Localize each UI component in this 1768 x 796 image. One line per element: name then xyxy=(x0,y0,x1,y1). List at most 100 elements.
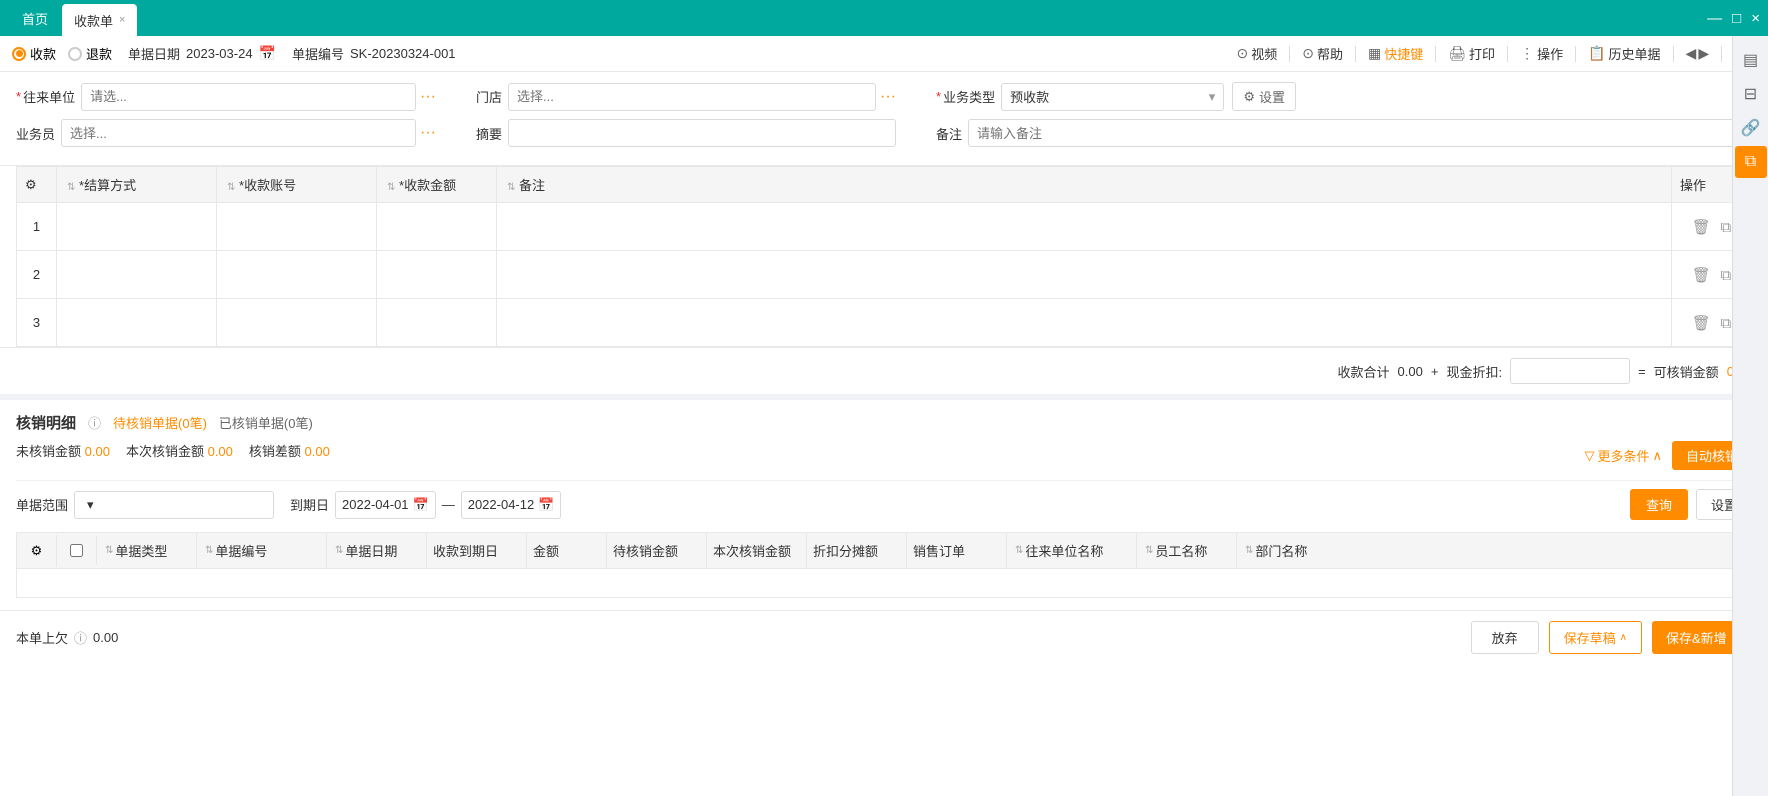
row-amount-3[interactable] xyxy=(377,299,497,347)
prev-btn[interactable]: ◀ xyxy=(1686,45,1697,62)
summary-row: 收款合计 0.00 + 现金折扣: = 可核销金额 0.00 xyxy=(0,347,1768,394)
sidebar-table-icon[interactable]: ▤ xyxy=(1735,44,1767,76)
help-btn[interactable]: ⊙ 帮助 xyxy=(1302,44,1343,63)
next-btn[interactable]: ▶ xyxy=(1698,45,1709,62)
row-account-1[interactable] xyxy=(217,203,377,251)
row-amount-2[interactable] xyxy=(377,251,497,299)
table-row: 3 🗑 ⧉ xyxy=(17,299,1752,347)
copy-icon-1[interactable]: ⧉ xyxy=(1720,219,1731,236)
counterparty-input[interactable] xyxy=(81,83,416,111)
row-num-3: 3 xyxy=(17,299,57,347)
row-account-2[interactable] xyxy=(217,251,377,299)
store-more-btn[interactable]: ··· xyxy=(880,88,896,106)
current-value: 0.00 xyxy=(208,444,233,459)
done-tab[interactable]: 已核销单据(0笔) xyxy=(219,413,313,432)
dth-check-cell[interactable] xyxy=(57,536,97,565)
abandon-btn[interactable]: 放弃 xyxy=(1471,621,1539,654)
window-min-btn[interactable]: — xyxy=(1707,10,1722,27)
table-row: 2 🗑 ⧉ xyxy=(17,251,1752,299)
sidebar-link-icon[interactable]: 🔗 xyxy=(1735,112,1767,144)
summary-label: 摘要 xyxy=(476,124,502,143)
row-remarks-2[interactable] xyxy=(497,251,1672,299)
dth-date-label: 单据日期 xyxy=(345,541,397,560)
window-max-btn[interactable]: □ xyxy=(1732,10,1741,27)
form-area: * 往来单位 ··· 门店 ··· * 业务类型 预收款 ▾ ⚙ xyxy=(0,72,1768,166)
history-btn[interactable]: 📋 历史单据 xyxy=(1588,44,1660,63)
col-gear[interactable]: ⚙ xyxy=(17,167,57,203)
radio-refund[interactable]: 退款 xyxy=(68,44,112,63)
row-settlement-1[interactable] xyxy=(57,203,217,251)
sidebar-expand-icon[interactable]: ⧉ xyxy=(1735,146,1767,178)
dth-current-label: 本次核销金额 xyxy=(713,544,791,559)
toolbar-right: ⊙ 视频 ⊙ 帮助 ▦ 快捷键 🖨 打印 ⋮ 操作 xyxy=(1237,44,1756,63)
sort-icon-account: ⇅ xyxy=(227,182,235,193)
row-remarks-3[interactable] xyxy=(497,299,1672,347)
print-btn[interactable]: 🖨 打印 xyxy=(1448,44,1495,63)
due-date-to-value: 2022-04-12 xyxy=(468,497,535,512)
copy-icon-2[interactable]: ⧉ xyxy=(1720,267,1731,284)
dth-pending-amount: 待核销金额 xyxy=(607,533,707,568)
help-icon: ⊙ xyxy=(1302,45,1314,62)
due-date-from-value: 2022-04-01 xyxy=(342,497,409,512)
due-date-from[interactable]: 2022-04-01 📅 xyxy=(335,491,436,519)
due-date-to[interactable]: 2022-04-12 📅 xyxy=(461,491,562,519)
dth-amount: 金额 xyxy=(527,533,607,568)
delete-icon-1[interactable]: 🗑 xyxy=(1692,219,1711,236)
form-settings-btn[interactable]: ⚙ 设置 xyxy=(1232,82,1296,111)
operate-btn[interactable]: ⋮ 操作 xyxy=(1520,44,1563,63)
row-amount-1[interactable] xyxy=(377,203,497,251)
col-account: ⇅ *收款账号 xyxy=(217,167,377,203)
counterparty-more-btn[interactable]: ··· xyxy=(420,88,436,106)
due-date-label: 到期日 xyxy=(290,495,329,514)
video-btn[interactable]: ⊙ 视频 xyxy=(1237,44,1278,63)
business-type-select[interactable]: 预收款 ▾ xyxy=(1001,83,1224,111)
verify-stats-row: 未核销金额 0.00 本次核销金额 0.00 核销差额 0.00 ▽ 更多条件 … xyxy=(16,441,1752,470)
gear-icon: ⚙ xyxy=(1243,89,1255,105)
row-account-3[interactable] xyxy=(217,299,377,347)
save-draft-btn[interactable]: 保存草稿 ∧ xyxy=(1549,621,1642,654)
tab-close-icon[interactable]: × xyxy=(119,14,125,26)
sidebar-list-icon[interactable]: ⊟ xyxy=(1735,78,1767,110)
bottom-bar: 本单上欠 ⓘ 0.00 放弃 保存草稿 ∧ 保存&新增 ∧ xyxy=(0,610,1768,664)
staff-more-btn[interactable]: ··· xyxy=(420,124,436,142)
divider-5 xyxy=(1575,46,1576,62)
delete-icon-3[interactable]: 🗑 xyxy=(1692,315,1711,332)
row-settlement-3[interactable] xyxy=(57,299,217,347)
dth-gear-cell[interactable]: ⚙ xyxy=(17,535,57,567)
print-label: 打印 xyxy=(1469,44,1495,63)
this-order-icon[interactable]: ⓘ xyxy=(74,628,87,647)
more-conditions-btn[interactable]: ▽ 更多条件 ∧ xyxy=(1584,446,1662,465)
calendar-icon[interactable]: 📅 xyxy=(259,45,276,62)
col-settlement: ⇅ *结算方式 xyxy=(57,167,217,203)
bottom-right-btns: 放弃 保存草稿 ∧ 保存&新增 ∧ xyxy=(1471,621,1752,654)
window-close-btn[interactable]: × xyxy=(1751,10,1760,27)
pending-tab[interactable]: 待核销单据(0笔) xyxy=(113,413,207,432)
nav-arrows: ◀ ▶ xyxy=(1686,45,1710,62)
select-all-checkbox[interactable] xyxy=(70,544,83,557)
query-btn[interactable]: 查询 xyxy=(1630,489,1688,520)
remarks-input[interactable] xyxy=(968,119,1752,147)
chevron-up-icon: ∧ xyxy=(1652,448,1662,464)
range-chevron: ▾ xyxy=(87,497,94,513)
verify-info-icon[interactable]: ⓘ xyxy=(88,413,101,432)
copy-icon-3[interactable]: ⧉ xyxy=(1720,315,1731,332)
uncleared-value: 0.00 xyxy=(85,444,110,459)
dth-type: ⇅ 单据类型 xyxy=(97,533,197,568)
discount-input[interactable] xyxy=(1510,358,1630,384)
delete-icon-2[interactable]: 🗑 xyxy=(1692,267,1711,284)
verify-header: 核销明细 ⓘ 待核销单据(0笔) 已核销单据(0笔) xyxy=(16,412,1752,433)
row-settlement-2[interactable] xyxy=(57,251,217,299)
dth-current-amount: 本次核销金额 xyxy=(707,533,807,568)
range-select[interactable]: ▾ xyxy=(74,491,274,519)
radio-receive[interactable]: 收款 xyxy=(12,44,56,63)
calendar-icon-to: 📅 xyxy=(538,497,554,513)
active-tab[interactable]: 收款单 × xyxy=(62,4,137,36)
store-input[interactable] xyxy=(508,83,876,111)
home-tab[interactable]: 首页 xyxy=(8,0,62,36)
uncleared-label: 未核销金额 xyxy=(16,444,81,459)
summary-input[interactable] xyxy=(508,119,896,147)
items-table: ⚙ ⇅ *结算方式 ⇅ *收款账号 ⇅ *收款金额 ⇅ xyxy=(16,166,1752,347)
shortcut-btn[interactable]: ▦ 快捷键 xyxy=(1368,44,1423,63)
staff-input[interactable] xyxy=(61,119,416,147)
row-remarks-1[interactable] xyxy=(497,203,1672,251)
